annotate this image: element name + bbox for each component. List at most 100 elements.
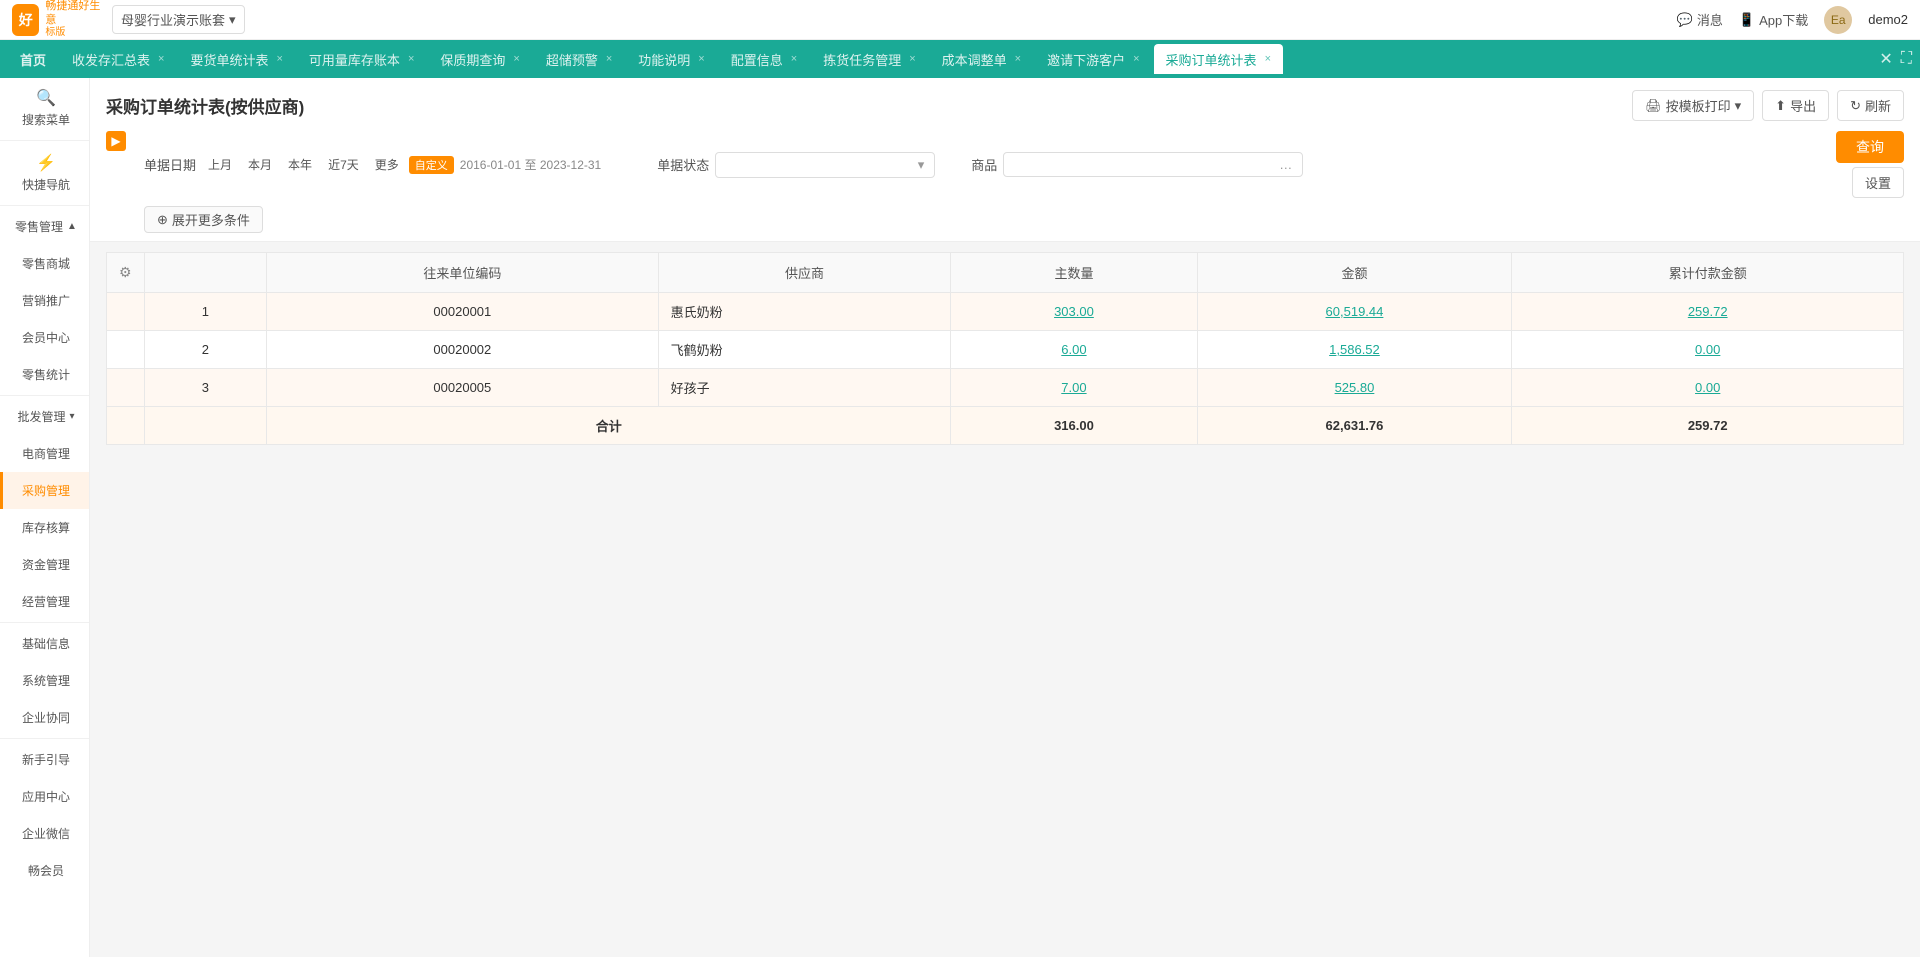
row-main-qty[interactable]: 7.00 bbox=[951, 369, 1197, 407]
shortcut-this-year[interactable]: 本年 bbox=[282, 154, 318, 175]
row-supplier-code: 00020005 bbox=[267, 369, 659, 407]
col-main-qty: 主数量 bbox=[951, 253, 1197, 293]
shortcut-this-month[interactable]: 本月 bbox=[242, 154, 278, 175]
row-main-qty[interactable]: 6.00 bbox=[951, 331, 1197, 369]
tab-purchase-summary[interactable]: 采购订单统计表 × bbox=[1154, 44, 1283, 74]
tab-cost-adjust[interactable]: 成本调整单 × bbox=[930, 44, 1033, 74]
tab-pick-task[interactable]: 拣货任务管理 × bbox=[811, 44, 927, 74]
col-index bbox=[144, 253, 267, 293]
close-icon[interactable]: × bbox=[791, 53, 797, 65]
chevron-down-icon: ▲ bbox=[67, 221, 77, 232]
row-amount[interactable]: 1,586.52 bbox=[1197, 331, 1512, 369]
custom-badge[interactable]: 自定义 bbox=[409, 156, 454, 174]
settings-icon[interactable]: ⚙ bbox=[119, 264, 132, 280]
row-index: 3 bbox=[144, 369, 267, 407]
sidebar-item-enterprise[interactable]: 企业协同 bbox=[0, 699, 89, 736]
close-icon[interactable]: × bbox=[909, 53, 915, 65]
sidebar-item-basic-info[interactable]: 基础信息 bbox=[0, 625, 89, 662]
sidebar-item-system[interactable]: 系统管理 bbox=[0, 662, 89, 699]
tab-order-summary[interactable]: 要货单统计表 × bbox=[178, 44, 294, 74]
sidebar-item-app-center[interactable]: 应用中心 bbox=[0, 778, 89, 815]
action-buttons: 查询 设置 bbox=[1836, 131, 1904, 198]
sidebar-item-wholesale[interactable]: 批发管理 ▾ bbox=[0, 398, 89, 435]
goods-input[interactable]: … bbox=[1003, 152, 1303, 177]
footer-paid-amount: 259.72 bbox=[1512, 407, 1904, 445]
query-button[interactable]: 查询 bbox=[1836, 131, 1904, 163]
row-main-qty[interactable]: 303.00 bbox=[951, 293, 1197, 331]
shortcut-last-month[interactable]: 上月 bbox=[202, 154, 238, 175]
sidebar-item-member2[interactable]: 畅会员 bbox=[0, 852, 89, 889]
close-icon[interactable]: × bbox=[276, 53, 282, 65]
row-paid-amount[interactable]: 0.00 bbox=[1512, 331, 1904, 369]
col-amount: 金额 bbox=[1197, 253, 1512, 293]
close-icon[interactable]: × bbox=[408, 53, 414, 65]
close-icon[interactable]: × bbox=[698, 53, 704, 65]
tab-config-info[interactable]: 配置信息 × bbox=[719, 44, 809, 74]
page-title: 采购订单统计表(按供应商) bbox=[106, 93, 304, 118]
export-button[interactable]: ⬆ 导出 bbox=[1762, 90, 1829, 121]
tab-expiry-query[interactable]: 保质期查询 × bbox=[428, 44, 531, 74]
row-paid-amount[interactable]: 0.00 bbox=[1512, 369, 1904, 407]
sidebar-item-member[interactable]: 会员中心 bbox=[0, 319, 89, 356]
tab-available-stock[interactable]: 可用量库存账本 × bbox=[297, 44, 426, 74]
table-row: 2 00020002 飞鹤奶粉 6.00 1,586.52 0.00 bbox=[107, 331, 1904, 369]
print-button[interactable]: 🖨 按模板打印 ▾ bbox=[1632, 90, 1754, 121]
row-paid-amount[interactable]: 259.72 bbox=[1512, 293, 1904, 331]
sidebar-item-search[interactable]: 🔍 搜索菜单 bbox=[0, 78, 89, 138]
more-icon: … bbox=[1279, 157, 1292, 172]
sidebar-item-wechat[interactable]: 企业微信 bbox=[0, 815, 89, 852]
sidebar-item-stock[interactable]: 库存核算 bbox=[0, 509, 89, 546]
sidebar-item-quick-nav[interactable]: ⚡ 快捷导航 bbox=[0, 143, 89, 203]
filter-area: ▶ 单据日期 上月 本月 本年 近7天 更多 自定义 bbox=[106, 131, 1904, 241]
row-amount[interactable]: 525.80 bbox=[1197, 369, 1512, 407]
refresh-button[interactable]: ↻ 刷新 bbox=[1837, 90, 1904, 121]
tab-home[interactable]: 首页 bbox=[8, 44, 58, 74]
tab-receive-summary[interactable]: 收发存汇总表 × bbox=[60, 44, 176, 74]
table-container: ⚙ 往来单位编码 供应商 主数量 金额 累计付款金额 1 00020001 bbox=[90, 242, 1920, 957]
message-btn[interactable]: 💬 消息 bbox=[1677, 10, 1723, 29]
close-icon[interactable]: × bbox=[1265, 53, 1271, 65]
workspace-selector[interactable]: 母婴行业演示账套 ▾ bbox=[112, 5, 245, 34]
close-icon[interactable]: × bbox=[1015, 53, 1021, 65]
sidebar-item-retail-mall[interactable]: 零售商城 bbox=[0, 245, 89, 282]
sidebar-item-purchase[interactable]: 采购管理 bbox=[0, 472, 89, 509]
date-shortcuts: 上月 本月 本年 近7天 更多 自定义 bbox=[202, 154, 454, 175]
app-download-btn[interactable]: 📱 App下载 bbox=[1739, 10, 1808, 29]
chevron-down-icon: ⊕ bbox=[157, 212, 168, 228]
close-icon[interactable]: × bbox=[1133, 53, 1139, 65]
tab-overstock-warning[interactable]: 超储预警 × bbox=[534, 44, 624, 74]
col-settings[interactable]: ⚙ bbox=[107, 253, 145, 293]
row-amount[interactable]: 60,519.44 bbox=[1197, 293, 1512, 331]
col-supplier-name: 供应商 bbox=[658, 253, 951, 293]
sidebar-item-newguide[interactable]: 新手引导 bbox=[0, 741, 89, 778]
close-window-icon[interactable]: ✕ bbox=[1879, 49, 1892, 69]
sidebar: 🔍 搜索菜单 ⚡ 快捷导航 零售管理 ▲ 零售商城 营销推广 会员中心 零售统计… bbox=[0, 78, 90, 957]
close-icon[interactable]: × bbox=[513, 53, 519, 65]
expand-button[interactable]: ⊕ 展开更多条件 bbox=[144, 206, 263, 233]
download-icon: 📱 bbox=[1739, 12, 1755, 28]
settings-button[interactable]: 设置 bbox=[1852, 167, 1904, 198]
sidebar-item-finance[interactable]: 资金管理 bbox=[0, 546, 89, 583]
sidebar-item-operation[interactable]: 经营管理 bbox=[0, 583, 89, 620]
tab-invite-customer[interactable]: 邀请下游客户 × bbox=[1035, 44, 1151, 74]
logo-area: 好 畅捷通好生意 标版 bbox=[12, 0, 102, 38]
status-filter-item: 单据状态 ▾ bbox=[657, 152, 935, 178]
sidebar-item-ecommerce[interactable]: 电商管理 bbox=[0, 435, 89, 472]
quick-nav-icon: ⚡ bbox=[36, 153, 56, 173]
maximize-icon[interactable]: ⛶ bbox=[1901, 50, 1912, 68]
sidebar-item-retail[interactable]: 零售管理 ▲ bbox=[0, 208, 89, 245]
tab-function-desc[interactable]: 功能说明 × bbox=[626, 44, 716, 74]
status-select[interactable]: ▾ bbox=[715, 152, 935, 178]
col-supplier-code: 往来单位编码 bbox=[267, 253, 659, 293]
row-supplier-name: 飞鹤奶粉 bbox=[658, 331, 951, 369]
sidebar-item-retail-stats[interactable]: 零售统计 bbox=[0, 356, 89, 393]
shortcut-more[interactable]: 更多 bbox=[369, 154, 405, 175]
toggle-arrow-icon[interactable]: ▶ bbox=[106, 131, 126, 151]
footer-label: 合计 bbox=[267, 407, 951, 445]
sidebar-item-marketing[interactable]: 营销推广 bbox=[0, 282, 89, 319]
row-check bbox=[107, 369, 145, 407]
row-supplier-code: 00020001 bbox=[267, 293, 659, 331]
close-icon[interactable]: × bbox=[158, 53, 164, 65]
close-icon[interactable]: × bbox=[606, 53, 612, 65]
shortcut-7days[interactable]: 近7天 bbox=[322, 154, 365, 175]
